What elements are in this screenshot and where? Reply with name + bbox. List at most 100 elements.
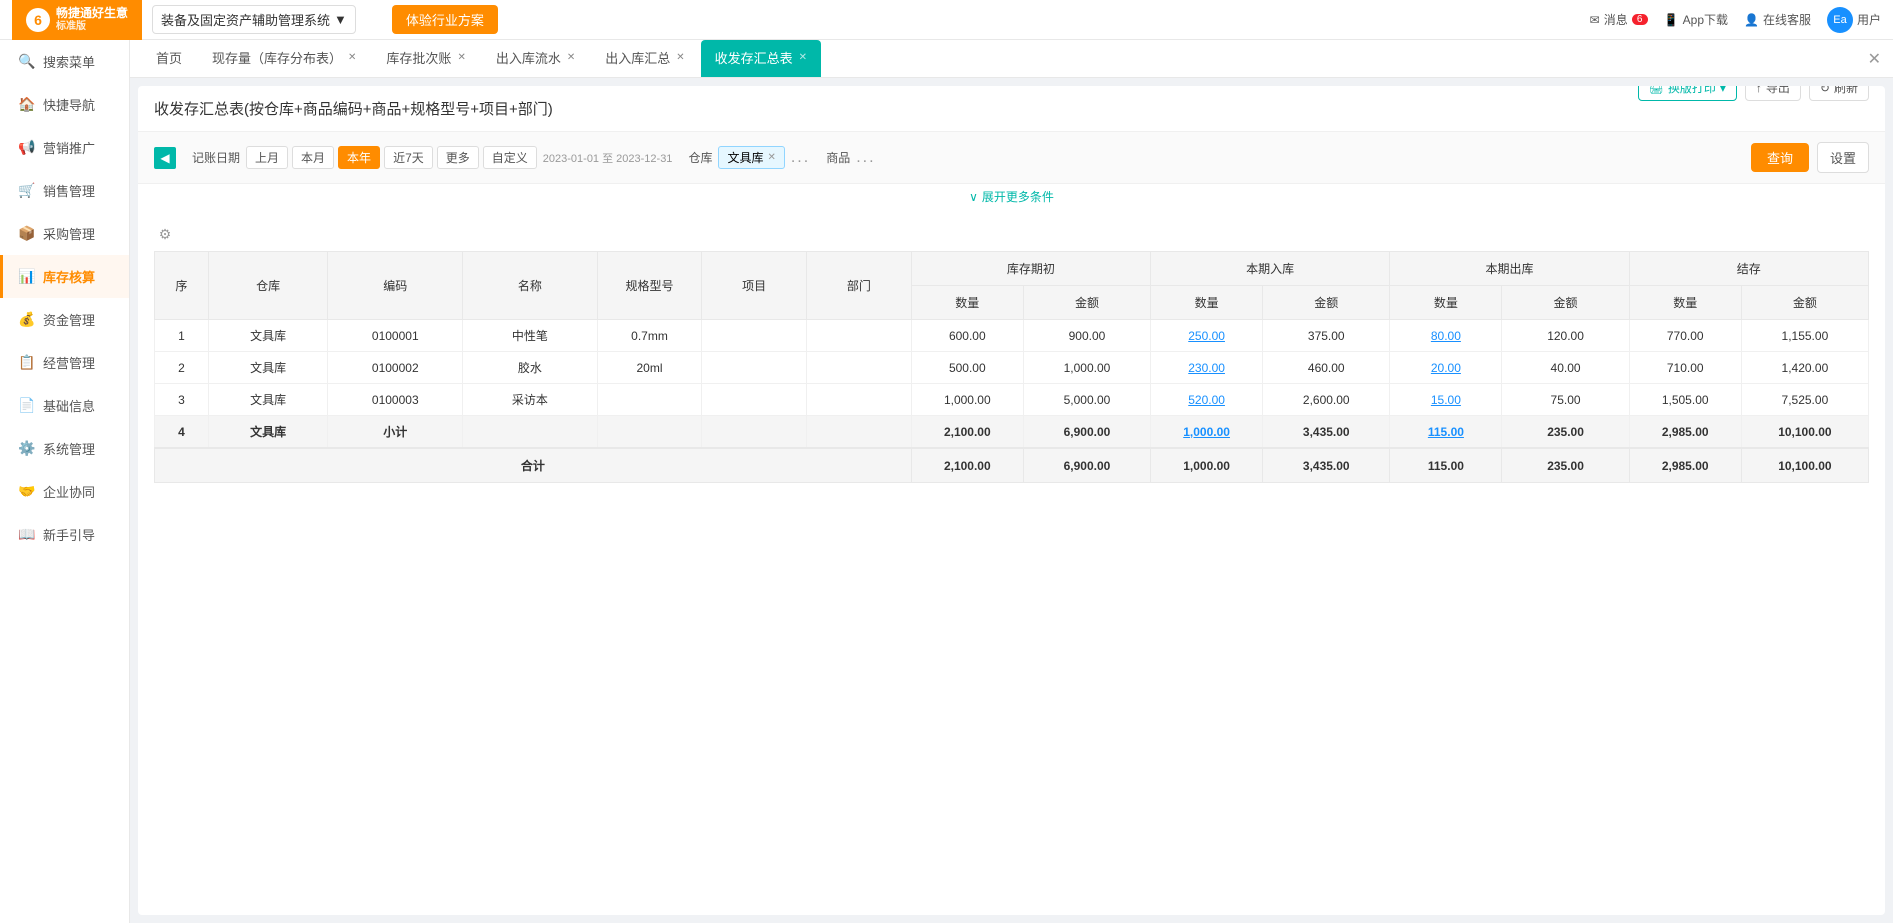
date-btn-this-year[interactable]: 本年 (338, 146, 380, 169)
tab-stock-dist-label: 现存量（库存分布表） (212, 48, 342, 67)
marketing-icon: 📢 (19, 140, 35, 156)
sidebar-item-finance[interactable]: 💰 资金管理 (0, 298, 129, 341)
date-btn-more[interactable]: 更多 (437, 146, 479, 169)
sidebar-item-enterprise[interactable]: 🤝 企业协同 (0, 470, 129, 513)
row1-out-qty[interactable]: 80.00 (1390, 320, 1502, 352)
system-icon: ⚙️ (19, 441, 35, 457)
row2-out-amount: 40.00 (1502, 352, 1629, 384)
subtotal-in-amount: 3,435.00 (1263, 416, 1390, 449)
date-btn-custom[interactable]: 自定义 (483, 146, 537, 169)
row1-num: 1 (155, 320, 209, 352)
warehouse-filter-tag[interactable]: 文具库 ✕ (718, 146, 784, 169)
tab-stock-dist[interactable]: 现存量（库存分布表） ✕ (198, 40, 370, 77)
tab-stock-dist-close[interactable]: ✕ (348, 52, 356, 63)
subtotal-out-amount: 235.00 (1502, 416, 1629, 449)
date-btn-last-month[interactable]: 上月 (246, 146, 288, 169)
sidebar-item-quick-nav[interactable]: 🏠 快捷导航 (0, 83, 129, 126)
tab-collect-summary[interactable]: 收发存汇总表 ✕ (701, 40, 821, 77)
warehouse-tag-close[interactable]: ✕ (767, 152, 775, 163)
tab-collect-summary-close[interactable]: ✕ (799, 52, 807, 63)
sidebar-label-guide: 新手引导 (43, 525, 95, 544)
sidebar-item-sales[interactable]: 🛒 销售管理 (0, 169, 129, 212)
sidebar-item-marketing[interactable]: 📢 营销推广 (0, 126, 129, 169)
product-filter-label: 商品 (826, 149, 850, 166)
query-button[interactable]: 查询 (1751, 143, 1809, 172)
tab-inout-flow-label: 出入库流水 (496, 48, 561, 67)
sidebar-item-inventory[interactable]: 📊 库存核算 (0, 255, 129, 298)
row3-project (702, 384, 807, 416)
tab-inout-flow[interactable]: 出入库流水 ✕ (482, 40, 589, 77)
tab-home-label: 首页 (156, 48, 182, 67)
export-button[interactable]: ↑ 导出 (1745, 86, 1801, 101)
row2-in-qty-link[interactable]: 230.00 (1188, 361, 1225, 375)
tab-batch-close[interactable]: ✕ (457, 52, 465, 63)
sidebar-item-operations[interactable]: 📋 经营管理 (0, 341, 129, 384)
sidebar-item-system[interactable]: ⚙️ 系统管理 (0, 427, 129, 470)
sidebar-item-purchase[interactable]: 📦 采购管理 (0, 212, 129, 255)
row1-project (702, 320, 807, 352)
row3-in-qty-link[interactable]: 520.00 (1188, 393, 1225, 407)
filter-collapse-button[interactable]: ◀ (154, 147, 176, 169)
subtotal-empty1 (463, 416, 598, 449)
row3-out-qty-link[interactable]: 15.00 (1431, 393, 1461, 407)
row1-in-qty[interactable]: 250.00 (1151, 320, 1263, 352)
expand-more-row[interactable]: ∨ 展开更多条件 (138, 184, 1885, 209)
row3-warehouse: 文具库 (208, 384, 328, 416)
row3-name: 采访本 (463, 384, 598, 416)
total-balance-amount: 10,100.00 (1741, 448, 1868, 483)
subtotal-out-qty-link[interactable]: 115.00 (1428, 425, 1464, 439)
row1-in-qty-link[interactable]: 250.00 (1188, 329, 1225, 343)
product-filter-dots[interactable]: ... (856, 149, 875, 167)
row2-opening-qty: 500.00 (911, 352, 1023, 384)
warehouse-filter-dots[interactable]: ... (791, 149, 810, 167)
row2-out-qty[interactable]: 20.00 (1390, 352, 1502, 384)
date-btn-this-month[interactable]: 本月 (292, 146, 334, 169)
message-badge: 6 (1632, 14, 1648, 25)
row2-out-qty-link[interactable]: 20.00 (1431, 361, 1461, 375)
col-opening-header: 库存期初 (911, 252, 1150, 286)
tab-inout-summary[interactable]: 出入库汇总 ✕ (591, 40, 698, 77)
guide-icon: 📖 (19, 527, 35, 543)
warehouse-tag-text: 文具库 (727, 149, 763, 166)
subtotal-in-qty-link[interactable]: 1,000.00 (1183, 425, 1230, 439)
message-icon: ✉ (1590, 13, 1600, 27)
sidebar-item-search[interactable]: 🔍 搜索菜单 (0, 40, 129, 83)
col-num-header: 序 (155, 252, 209, 320)
warehouse-filter-group: 仓库 文具库 ✕ ... (688, 146, 810, 169)
col-warehouse-header: 仓库 (208, 252, 328, 320)
data-table: 序 仓库 编码 名称 规格型号 项目 部门 库存期初 本期入库 本期出库 结存 (154, 251, 1869, 483)
user-item[interactable]: Ea 用户 (1827, 7, 1881, 33)
system-selector[interactable]: 装备及固定资产辅助管理系统 ▼ (152, 5, 356, 34)
row3-in-qty[interactable]: 520.00 (1151, 384, 1263, 416)
row3-num: 3 (155, 384, 209, 416)
sidebar-label-operations: 经营管理 (43, 353, 95, 372)
col-in-qty-header: 数量 (1151, 286, 1263, 320)
settings-button[interactable]: 设置 (1817, 142, 1869, 173)
tab-home[interactable]: 首页 (142, 40, 196, 77)
tab-inout-summary-close[interactable]: ✕ (676, 52, 684, 63)
online-service-item[interactable]: 👤 在线客服 (1744, 11, 1811, 28)
row1-balance-qty: 770.00 (1629, 320, 1741, 352)
tab-bar-close-btn[interactable]: ✕ (1868, 49, 1881, 69)
tab-collect-summary-label: 收发存汇总表 (715, 48, 793, 67)
col-opening-amount-header: 金额 (1023, 286, 1150, 320)
table-settings-icon[interactable]: ⚙ (154, 223, 176, 245)
refresh-button[interactable]: ↻ 刷新 (1809, 86, 1869, 101)
experience-button[interactable]: 体验行业方案 (392, 5, 498, 34)
row1-out-qty-link[interactable]: 80.00 (1431, 329, 1461, 343)
app-download-label: App下载 (1683, 11, 1728, 28)
warehouse-filter-label: 仓库 (688, 149, 712, 166)
sidebar-item-base-info[interactable]: 📄 基础信息 (0, 384, 129, 427)
tab-batch[interactable]: 库存批次账 ✕ (372, 40, 479, 77)
top-bar: 6 畅捷通好生意 标准版 装备及固定资产辅助管理系统 ▼ 体验行业方案 ✉ 消息… (0, 0, 1893, 40)
print-button[interactable]: 🖨 换版打印 ▾ (1638, 86, 1737, 101)
date-btn-7days[interactable]: 近7天 (384, 146, 433, 169)
print-icon: 🖨 (1649, 86, 1664, 95)
row3-out-qty[interactable]: 15.00 (1390, 384, 1502, 416)
tab-inout-flow-close[interactable]: ✕ (567, 52, 575, 63)
row2-in-qty[interactable]: 230.00 (1151, 352, 1263, 384)
app-download-item[interactable]: 📱 App下载 (1664, 11, 1728, 28)
sidebar-label-marketing: 营销推广 (43, 138, 95, 157)
sidebar-item-guide[interactable]: 📖 新手引导 (0, 513, 129, 556)
message-item[interactable]: ✉ 消息 6 (1590, 11, 1648, 28)
